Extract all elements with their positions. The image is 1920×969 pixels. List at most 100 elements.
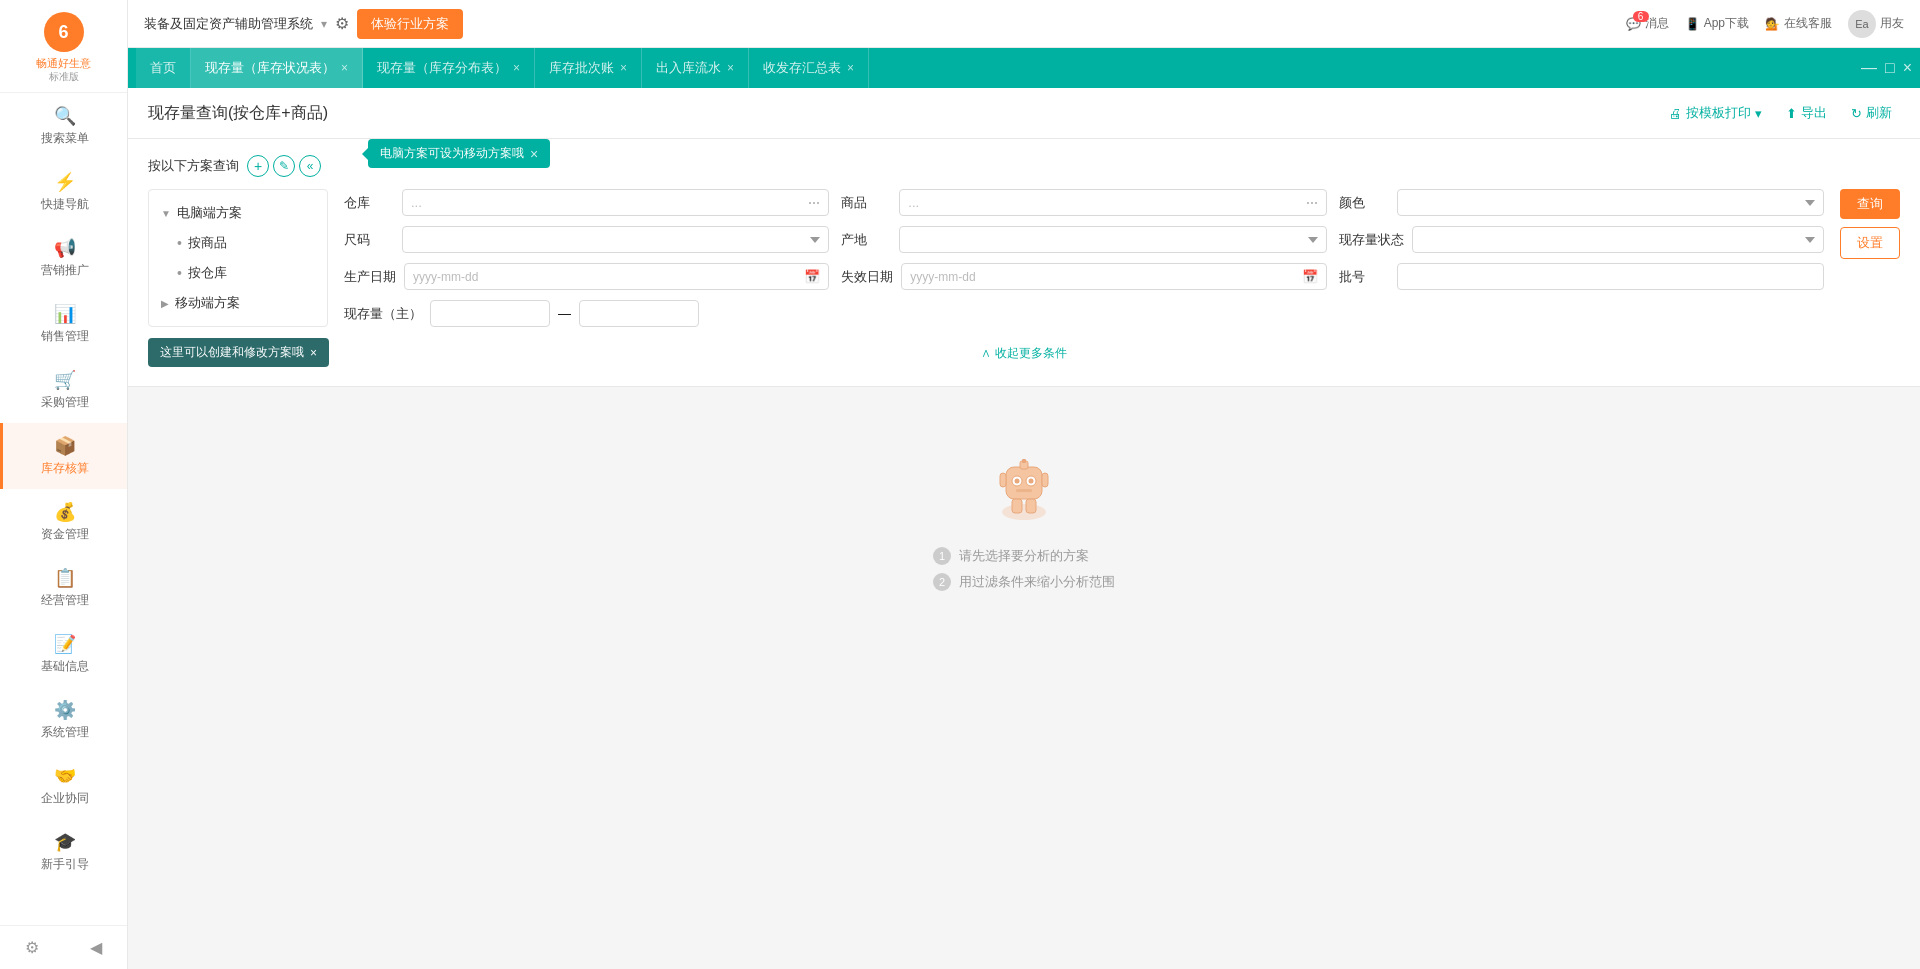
- svg-rect-6: [1016, 489, 1032, 492]
- cart-icon: 🛒: [54, 369, 76, 391]
- tab-inventory-status[interactable]: 现存量（库存状况表） ×: [191, 48, 363, 88]
- sidebar-item-purchase[interactable]: 🛒 采购管理: [0, 357, 127, 423]
- sidebar-item-operations[interactable]: 📋 经营管理: [0, 555, 127, 621]
- tab-batch-account[interactable]: 库存批次账 ×: [535, 48, 642, 88]
- sidebar-item-finance[interactable]: 💰 资金管理: [0, 489, 127, 555]
- batch-no-input[interactable]: [1397, 263, 1824, 290]
- user-btn[interactable]: Ea 用友: [1848, 10, 1904, 38]
- tab-inventory-dist[interactable]: 现存量（库存分布表） ×: [363, 48, 535, 88]
- tab-collect-summary[interactable]: 收发存汇总表 ×: [749, 48, 869, 88]
- filter-expire-date: 失效日期 yyyy-mm-dd 📅: [841, 263, 1326, 290]
- size-select[interactable]: [402, 226, 829, 253]
- sidebar-item-label: 库存核算: [41, 460, 89, 477]
- tab-collect-summary-close[interactable]: ×: [847, 62, 854, 74]
- user-avatar: Ea: [1848, 10, 1876, 38]
- page-header: 现存量查询(按仓库+商品) 🖨 按模板打印 ▾ ⬆ 导出 ↻ 刷新: [128, 88, 1920, 139]
- add-scheme-btn[interactable]: +: [247, 155, 269, 177]
- tree-warehouse-label: 按仓库: [188, 264, 227, 282]
- print-btn[interactable]: 🖨 按模板打印 ▾: [1661, 100, 1770, 126]
- tab-inventory-status-close[interactable]: ×: [341, 62, 348, 74]
- sidebar-collapse-btn[interactable]: ◀: [90, 938, 102, 957]
- tooltip-mobile-close[interactable]: ×: [530, 146, 538, 162]
- sidebar-item-inventory[interactable]: 📦 库存核算: [0, 423, 127, 489]
- tab-home[interactable]: 首页: [136, 48, 191, 88]
- tree-item-by-goods[interactable]: • 按商品: [149, 228, 327, 258]
- user-label: 用友: [1880, 15, 1904, 32]
- app-download-btn[interactable]: 📱 App下载: [1685, 15, 1749, 32]
- tab-batch-account-close[interactable]: ×: [620, 62, 627, 74]
- export-btn[interactable]: ⬆ 导出: [1778, 100, 1835, 126]
- online-service-label: 在线客服: [1784, 15, 1832, 32]
- tab-restore-icon[interactable]: □: [1885, 59, 1895, 77]
- sidebar-settings-btn[interactable]: ⚙: [25, 938, 39, 957]
- refresh-btn[interactable]: ↻ 刷新: [1843, 100, 1900, 126]
- stock-main-dash: —: [558, 306, 571, 321]
- produce-date-input[interactable]: yyyy-mm-dd 📅: [404, 263, 829, 290]
- warehouse-placeholder: ...: [411, 195, 422, 210]
- export-btn-label: 导出: [1801, 104, 1827, 122]
- message-btn[interactable]: 💬 6 消息: [1626, 15, 1669, 32]
- tooltip-modify-close[interactable]: ×: [310, 346, 317, 360]
- stock-main-min-input[interactable]: [430, 300, 550, 327]
- sidebar-bottom: ⚙ ◀: [0, 925, 127, 969]
- expire-date-input[interactable]: yyyy-mm-dd 📅: [901, 263, 1326, 290]
- back-scheme-btn[interactable]: «: [299, 155, 321, 177]
- svg-rect-8: [1022, 459, 1026, 463]
- origin-label: 产地: [841, 231, 891, 249]
- filter-label: 按以下方案查询: [148, 157, 239, 175]
- guide-icon: 🎓: [54, 831, 76, 853]
- svg-rect-10: [1042, 473, 1048, 487]
- online-service-btn[interactable]: 💁 在线客服: [1765, 15, 1832, 32]
- tab-home-label: 首页: [150, 59, 176, 77]
- tab-in-out-flow-close[interactable]: ×: [727, 62, 734, 74]
- message-badge: 6: [1633, 11, 1649, 22]
- sidebar-item-quicknav[interactable]: ⚡ 快捷导航: [0, 159, 127, 225]
- trial-btn[interactable]: 体验行业方案: [357, 9, 463, 39]
- filter-warehouse: 仓库 ... ⋯: [344, 189, 829, 216]
- tree-item-by-warehouse[interactable]: • 按仓库: [149, 258, 327, 288]
- empty-tip-text-2: 用过滤条件来缩小分析范围: [959, 573, 1115, 591]
- tab-close-icon[interactable]: ×: [1903, 59, 1912, 77]
- tree-mobile-label: 移动端方案: [175, 294, 240, 312]
- tree-mobile-group[interactable]: ▶ 移动端方案: [149, 288, 327, 318]
- tooltip-modify-text: 这里可以创建和修改方案哦: [160, 344, 304, 361]
- sidebar-item-search[interactable]: 🔍 搜索菜单: [0, 93, 127, 159]
- sidebar-item-basics[interactable]: 📝 基础信息: [0, 621, 127, 687]
- doc-icon: 📝: [54, 633, 76, 655]
- tooltip-mobile-scheme: 电脑方案可设为移动方案哦 ×: [368, 139, 550, 168]
- tree-pc-group[interactable]: ▼ 电脑端方案: [149, 198, 327, 228]
- filter-batch-no: 批号: [1339, 263, 1824, 290]
- color-select[interactable]: [1397, 189, 1824, 216]
- query-btn[interactable]: 查询: [1840, 189, 1900, 219]
- sidebar-item-enterprise[interactable]: 🤝 企业协同: [0, 753, 127, 819]
- sidebar-item-label: 采购管理: [41, 394, 89, 411]
- tab-minimize-icon[interactable]: —: [1861, 59, 1877, 77]
- goods-label: 商品: [841, 194, 891, 212]
- empty-tip-2: 2 用过滤条件来缩小分析范围: [933, 573, 1115, 591]
- goods-input-wrapper[interactable]: ... ⋯: [899, 189, 1326, 216]
- origin-select[interactable]: [899, 226, 1326, 253]
- warehouse-input-wrapper[interactable]: ... ⋯: [402, 189, 829, 216]
- edit-scheme-btn[interactable]: ✎: [273, 155, 295, 177]
- empty-tips: 1 请先选择要分析的方案 2 用过滤条件来缩小分析范围: [933, 547, 1115, 599]
- export-icon: ⬆: [1786, 106, 1797, 121]
- sidebar-item-sales[interactable]: 📊 销售管理: [0, 291, 127, 357]
- filter-row-1: 仓库 ... ⋯ 商品 ... ⋯: [344, 189, 1824, 216]
- sidebar-item-label: 销售管理: [41, 328, 89, 345]
- sidebar-item-guide[interactable]: 🎓 新手引导: [0, 819, 127, 885]
- color-label: 颜色: [1339, 194, 1389, 212]
- tab-inventory-dist-close[interactable]: ×: [513, 62, 520, 74]
- sidebar-item-label: 营销推广: [41, 262, 89, 279]
- stock-status-select[interactable]: [1412, 226, 1824, 253]
- stock-main-max-input[interactable]: [579, 300, 699, 327]
- sidebar-item-marketing[interactable]: 📢 营销推广: [0, 225, 127, 291]
- settings-btn[interactable]: 设置: [1840, 227, 1900, 259]
- tab-in-out-flow[interactable]: 出入库流水 ×: [642, 48, 749, 88]
- sidebar-item-label: 搜索菜单: [41, 130, 89, 147]
- system-dropdown-icon[interactable]: ▾: [321, 17, 327, 31]
- warehouse-dots-icon: ⋯: [808, 196, 820, 210]
- sidebar-item-system[interactable]: ⚙️ 系统管理: [0, 687, 127, 753]
- collapse-bar[interactable]: ∧ 收起更多条件: [148, 337, 1900, 370]
- header-settings-icon[interactable]: ⚙: [335, 14, 349, 33]
- phone-icon: 📱: [1685, 17, 1700, 31]
